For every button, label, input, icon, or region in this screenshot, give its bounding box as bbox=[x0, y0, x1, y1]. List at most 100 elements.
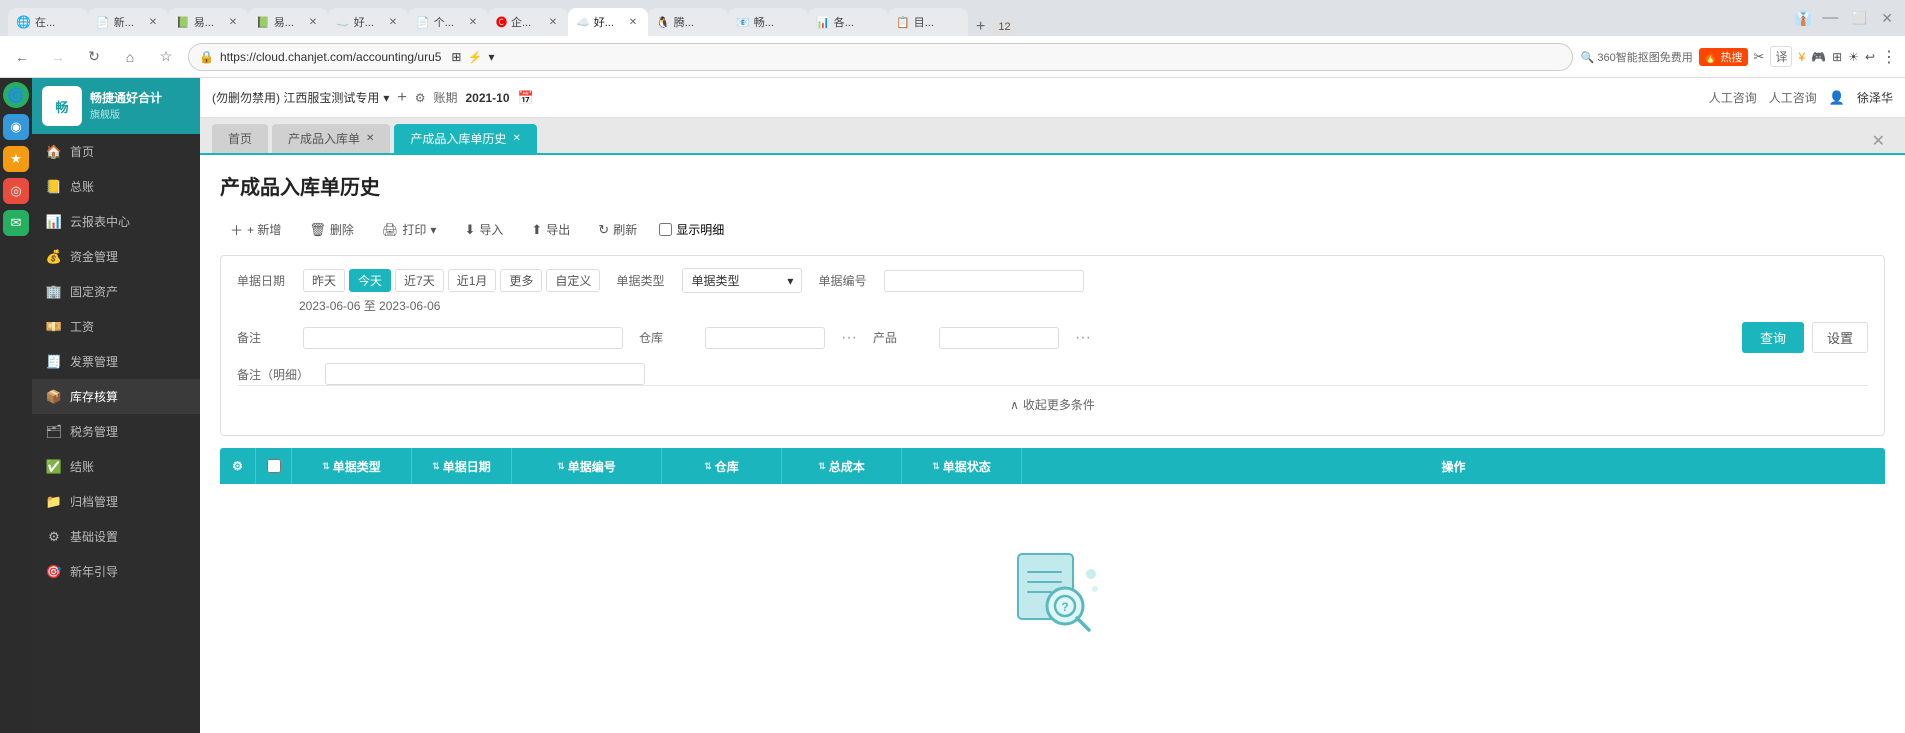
export-button[interactable]: ⬆ 导出 bbox=[521, 217, 580, 242]
sidebar-item-tax[interactable]: 🗂 税务管理 bbox=[32, 414, 200, 449]
sidebar-item-newbill[interactable]: 🎯 新年引导 bbox=[32, 554, 200, 589]
th-type[interactable]: ⇅ 单据类型 bbox=[292, 448, 412, 484]
calendar-icon[interactable]: 📅 bbox=[518, 90, 534, 106]
new-tab-button[interactable]: + bbox=[972, 18, 989, 36]
sidebar-item-invoice[interactable]: 🧾 发票管理 bbox=[32, 344, 200, 379]
sidebar-item-report[interactable]: 📊 云报表中心 bbox=[32, 204, 200, 239]
page-tab-history[interactable]: 产成品入库单历史 ✕ bbox=[394, 124, 536, 153]
sidebar-item-archive[interactable]: 📁 归档管理 bbox=[32, 484, 200, 519]
page-tab-close-icon[interactable]: ✕ bbox=[512, 133, 520, 144]
app-icon-star[interactable]: ★ bbox=[3, 146, 29, 172]
select-all-checkbox[interactable] bbox=[267, 459, 281, 473]
sidebar-item-salary[interactable]: 💴 工资 bbox=[32, 309, 200, 344]
browser-tab-7[interactable]: 🅒 企... ✕ bbox=[488, 8, 568, 36]
date-btn-more[interactable]: 更多 bbox=[500, 269, 542, 292]
back-button[interactable]: ← bbox=[8, 43, 36, 71]
browser-tab-11[interactable]: 📊 各... bbox=[808, 8, 888, 36]
warehouse-dots[interactable]: ··· bbox=[841, 329, 857, 347]
product-dots[interactable]: ··· bbox=[1075, 329, 1091, 347]
grid-icon[interactable]: ⊞ bbox=[1832, 50, 1842, 64]
add-account-button[interactable]: + bbox=[397, 89, 406, 107]
forward-button[interactable]: → bbox=[44, 43, 72, 71]
hot-search-badge[interactable]: 🔥 热搜 bbox=[1699, 48, 1748, 66]
refresh-button[interactable]: ↻ bbox=[80, 43, 108, 71]
th-warehouse[interactable]: ⇅ 仓库 bbox=[662, 448, 782, 484]
th-num[interactable]: ⇅ 单据编号 bbox=[512, 448, 662, 484]
date-btn-yesterday[interactable]: 昨天 bbox=[303, 269, 345, 292]
collapse-button[interactable]: ∧ 收起更多条件 bbox=[998, 392, 1107, 417]
company-select[interactable]: (勿删勿禁用) 江西服宝测试专用 ▾ bbox=[212, 89, 389, 106]
address-bar[interactable]: 🔒 https://cloud.chanjet.com/accounting/u… bbox=[188, 43, 1573, 71]
tab-close-icon[interactable]: ✕ bbox=[146, 15, 160, 29]
product-filter-input[interactable] bbox=[939, 327, 1059, 349]
refresh-button[interactable]: ↻ 刷新 bbox=[588, 217, 647, 242]
browser-tab-1[interactable]: 🌐 在... bbox=[8, 8, 88, 36]
browser-tab-4[interactable]: 📗 易... ✕ bbox=[248, 8, 328, 36]
maximize-button[interactable]: ⬜ bbox=[1848, 11, 1871, 25]
tab-close-icon[interactable]: ✕ bbox=[546, 15, 560, 29]
undo-icon[interactable]: ↩ bbox=[1865, 50, 1875, 64]
home-button[interactable]: ⌂ bbox=[116, 43, 144, 71]
game-icon[interactable]: 🎮 bbox=[1811, 50, 1826, 64]
browser-tab-8[interactable]: ☁️ 好... ✕ bbox=[568, 8, 648, 36]
date-btn-today[interactable]: 今天 bbox=[349, 269, 391, 292]
theme-icon[interactable]: ☀ bbox=[1848, 50, 1859, 64]
type-filter-select[interactable]: 单据类型 ▾ bbox=[682, 268, 802, 293]
user-service-text[interactable]: 人工咨询 bbox=[1769, 89, 1817, 106]
browser-tab-12[interactable]: 📋 目... bbox=[888, 8, 968, 36]
sidebar-item-basic[interactable]: ⚙ 基础设置 bbox=[32, 519, 200, 554]
bookmark-button[interactable]: ☆ bbox=[152, 43, 180, 71]
sidebar-item-fixed[interactable]: 🏢 固定资产 bbox=[32, 274, 200, 309]
warehouse-filter-input[interactable] bbox=[705, 327, 825, 349]
sidebar-item-home[interactable]: 🏠 首页 bbox=[32, 134, 200, 169]
dropdown-icon[interactable]: ▾ bbox=[488, 50, 494, 64]
th-cost[interactable]: ⇅ 总成本 bbox=[782, 448, 902, 484]
app-icon-mail[interactable]: ✉ bbox=[3, 210, 29, 236]
app-icon-main[interactable]: 🌀 bbox=[3, 82, 29, 108]
browser-tab-9[interactable]: 🐧 腾... bbox=[648, 8, 728, 36]
page-tab-list[interactable]: 产成品入库单 ✕ bbox=[272, 124, 390, 153]
sidebar-item-fund[interactable]: 💰 资金管理 bbox=[32, 239, 200, 274]
print-button[interactable]: 🖨 打印 ▾ bbox=[372, 217, 447, 242]
sidebar-item-inventory[interactable]: 📦 库存核算 bbox=[32, 379, 200, 414]
browser-tab-2[interactable]: 📄 新... ✕ bbox=[88, 8, 168, 36]
close-button[interactable]: ✕ bbox=[1877, 10, 1897, 27]
tab-close-icon[interactable]: ✕ bbox=[386, 15, 400, 29]
num-filter-input[interactable] bbox=[884, 270, 1084, 292]
minimize-button[interactable]: — bbox=[1818, 9, 1842, 27]
currency-icon[interactable]: ¥ bbox=[1798, 50, 1805, 64]
date-btn-custom[interactable]: 自定义 bbox=[546, 269, 600, 292]
th-status[interactable]: ⇅ 单据状态 bbox=[902, 448, 1022, 484]
tab-close-icon[interactable]: ✕ bbox=[626, 15, 640, 29]
show-detail-check[interactable] bbox=[659, 223, 672, 236]
sidebar-item-ledger[interactable]: 📒 总账 bbox=[32, 169, 200, 204]
th-checkbox[interactable] bbox=[256, 448, 292, 484]
sidebar-item-checkout[interactable]: ✅ 结账 bbox=[32, 449, 200, 484]
scissors-icon[interactable]: ✂ bbox=[1754, 49, 1765, 65]
more-icon[interactable]: ⋮ bbox=[1881, 47, 1897, 67]
th-gear[interactable]: ⚙ bbox=[220, 448, 256, 484]
show-detail-checkbox[interactable]: 显示明细 bbox=[659, 221, 724, 238]
browser-tab-5[interactable]: ☁️ 好... ✕ bbox=[328, 8, 408, 36]
detail-note-input[interactable] bbox=[325, 363, 645, 385]
app-icon-blue[interactable]: ◉ bbox=[3, 114, 29, 140]
tab-close-icon[interactable]: ✕ bbox=[466, 15, 480, 29]
th-date[interactable]: ⇅ 单据日期 bbox=[412, 448, 512, 484]
print-dropdown-icon[interactable]: ▾ bbox=[430, 223, 436, 237]
import-button[interactable]: ⬇ 导入 bbox=[454, 217, 513, 242]
translate-icon[interactable]: 译 bbox=[1770, 46, 1792, 67]
topbar-settings-icon[interactable]: ⚙ bbox=[415, 91, 426, 105]
panel-close-button[interactable]: ✕ bbox=[1864, 129, 1893, 153]
new-button[interactable]: ＋ + 新增 bbox=[220, 216, 291, 243]
query-button[interactable]: 查询 bbox=[1742, 322, 1804, 353]
note-filter-input[interactable] bbox=[303, 327, 623, 349]
browser-tab-6[interactable]: 📄 个... ✕ bbox=[408, 8, 488, 36]
app-icon-red[interactable]: ◎ bbox=[3, 178, 29, 204]
date-btn-1month[interactable]: 近1月 bbox=[448, 269, 497, 292]
delete-button[interactable]: 🗑 删除 bbox=[299, 217, 364, 242]
browser-tab-10[interactable]: 📧 畅... bbox=[728, 8, 808, 36]
tab-close-icon[interactable]: ✕ bbox=[306, 15, 320, 29]
filter-settings-button[interactable]: 设置 bbox=[1812, 322, 1868, 353]
browser-tab-3[interactable]: 📗 易... ✕ bbox=[168, 8, 248, 36]
date-btn-7days[interactable]: 近7天 bbox=[395, 269, 444, 292]
